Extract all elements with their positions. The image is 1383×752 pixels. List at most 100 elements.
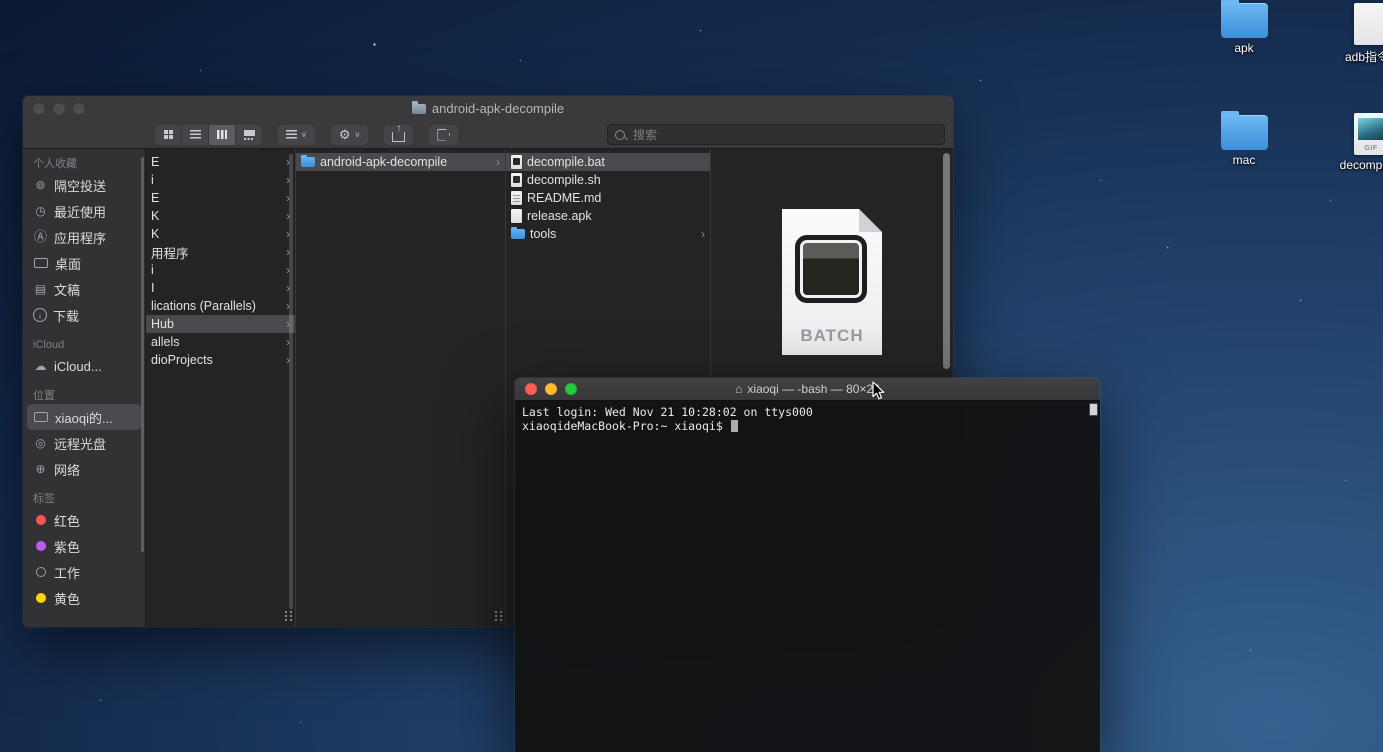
minimize-button[interactable] [53, 102, 65, 115]
column-resize-handle[interactable] [285, 611, 293, 623]
zoom-button[interactable] [565, 383, 577, 395]
file-row[interactable]: README.md [506, 189, 710, 207]
file-row[interactable]: Hub › [146, 315, 295, 333]
file-row[interactable]: K › [146, 225, 295, 243]
doc-file-icon [511, 191, 522, 205]
gallery-view-icon [243, 129, 255, 140]
window-title-text: android-apk-decompile [431, 101, 565, 116]
file-row[interactable]: decompile.sh [506, 171, 710, 189]
file-row[interactable]: dioProjects › [146, 351, 295, 369]
file-name: K [151, 227, 160, 241]
sidebar-item-label: iCloud... [54, 358, 102, 374]
sidebar-item-label: 下载 [53, 308, 80, 324]
file-row[interactable]: i › [146, 261, 295, 279]
terminal-line: Last login: Wed Nov 21 10:28:02 on ttys0… [522, 405, 813, 419]
sidebar-item-label: 网络 [54, 462, 81, 478]
sidebar-item[interactable]: ⊚ 隔空投送 [27, 172, 141, 198]
preview-scrollbar[interactable] [943, 153, 950, 369]
sidebar-section-header: iCloud [33, 339, 65, 351]
gif-file-icon: GIF [1354, 113, 1383, 155]
file-row[interactable]: E › [146, 189, 295, 207]
airdrop-icon: ⊚ [35, 178, 46, 192]
terminal-prompt: xiaoqideMacBook-Pro:~ xiaoqi$ [522, 419, 730, 433]
group-button[interactable]: ∨ [278, 124, 315, 145]
sidebar-item[interactable]: ▤ 文稿 [27, 276, 141, 302]
sidebar-item[interactable]: 工作 [27, 559, 141, 585]
desktop-icon-apk[interactable]: apk [1206, 0, 1282, 55]
file-name: i [151, 173, 154, 187]
sidebar-item[interactable]: 桌面 [27, 250, 141, 276]
sidebar-item-label: 远程光盘 [54, 436, 107, 452]
folder-icon [511, 226, 525, 239]
recents-icon: ◷ [35, 204, 46, 218]
sidebar-item[interactable]: ↓ 下载 [27, 302, 141, 328]
home-icon: ⌂ [735, 382, 743, 396]
tag-button[interactable] [429, 124, 459, 145]
sidebar-item[interactable]: ⊕ 网络 [27, 456, 141, 482]
terminal-window: ⌂ xiaoqi — -bash — 80×24 Last login: Wed… [515, 378, 1100, 752]
gallery-view-button[interactable] [236, 125, 262, 145]
file-name: release.apk [527, 209, 592, 223]
file-row[interactable]: E › [146, 153, 295, 171]
icon-view-button[interactable] [155, 124, 182, 145]
desktop-icon-mac[interactable]: mac [1206, 111, 1282, 167]
file-row[interactable]: tools › [506, 225, 710, 243]
file-row[interactable]: K › [146, 207, 295, 225]
minimize-button[interactable] [545, 383, 557, 395]
file-row[interactable]: lications (Parallels) › [146, 297, 295, 315]
zoom-button[interactable] [73, 102, 85, 115]
column-scrollbar[interactable] [289, 154, 293, 609]
sidebar-scrollbar[interactable] [141, 157, 144, 552]
sidebar-item[interactable]: ◎ 远程光盘 [27, 430, 141, 456]
desktop-icon-label: decompile [1339, 158, 1383, 172]
sidebar-item[interactable]: 黄色 [27, 585, 141, 611]
desktop-icon-adb[interactable]: adb指令 [1336, 0, 1383, 65]
sidebar-item[interactable]: 红色 [27, 507, 141, 533]
sidebar-item[interactable]: Ⓐ 应用程序 [27, 224, 141, 250]
file-name: decompile.bat [527, 155, 605, 169]
file-row[interactable]: android-apk-decompile › [296, 153, 505, 171]
close-button[interactable] [33, 102, 45, 115]
file-name: dioProjects [151, 353, 213, 367]
tag-purple-icon [35, 541, 46, 551]
close-button[interactable] [525, 383, 537, 395]
file-row[interactable]: allels › [146, 333, 295, 351]
batch-badge: BATCH [800, 326, 864, 345]
sidebar-item[interactable]: ☁ iCloud... [27, 353, 141, 379]
list-view-button[interactable] [182, 124, 209, 145]
sidebar-item-label: 红色 [54, 513, 81, 529]
sidebar-item[interactable]: 紫色 [27, 533, 141, 559]
network-icon: ⊕ [35, 462, 46, 476]
share-button[interactable]: ↑ [384, 123, 414, 145]
file-name: decompile.sh [527, 173, 601, 187]
column-resize-handle[interactable] [495, 611, 503, 623]
terminal-titlebar[interactable]: ⌂ xiaoqi — -bash — 80×24 [515, 378, 1100, 401]
column-current-folder: android-apk-decompile › [296, 149, 506, 627]
terminal-content[interactable]: Last login: Wed Nov 21 10:28:02 on ttys0… [515, 401, 1100, 752]
sidebar-item-label: 最近使用 [54, 204, 107, 220]
search-input[interactable] [631, 126, 937, 143]
file-row[interactable]: I › [146, 279, 295, 297]
finder-titlebar[interactable]: android-apk-decompile [23, 96, 953, 121]
wallpaper-stars [0, 0, 1, 1]
group-icon [286, 130, 297, 139]
terminal-cursor [730, 420, 738, 432]
sidebar-item-label: 紫色 [54, 539, 81, 555]
column-view-button[interactable] [209, 124, 236, 145]
file-row[interactable]: release.apk [506, 207, 710, 225]
search-field[interactable] [607, 124, 945, 145]
sidebar-item[interactable]: xiaoqi的... [27, 404, 141, 430]
file-row[interactable]: decompile.bat [506, 153, 710, 171]
sidebar-item[interactable]: ◷ 最近使用 [27, 198, 141, 224]
terminal-scrollbar[interactable] [1089, 403, 1098, 416]
sidebar-section-header: 标签 [33, 493, 55, 505]
gif-badge: GIF [1364, 145, 1378, 152]
action-menu-button[interactable]: ⚙ ∨ [330, 124, 369, 145]
file-row[interactable]: 用程序 › [146, 243, 295, 261]
file-row[interactable]: i › [146, 171, 295, 189]
file-name: 用程序 [151, 246, 189, 261]
computer-icon [34, 412, 48, 422]
share-icon: ↑ [392, 123, 406, 142]
desktop-icon-decompile[interactable]: GIF decompile [1322, 110, 1383, 172]
sidebar-section-header: 个人收藏 [33, 158, 77, 170]
